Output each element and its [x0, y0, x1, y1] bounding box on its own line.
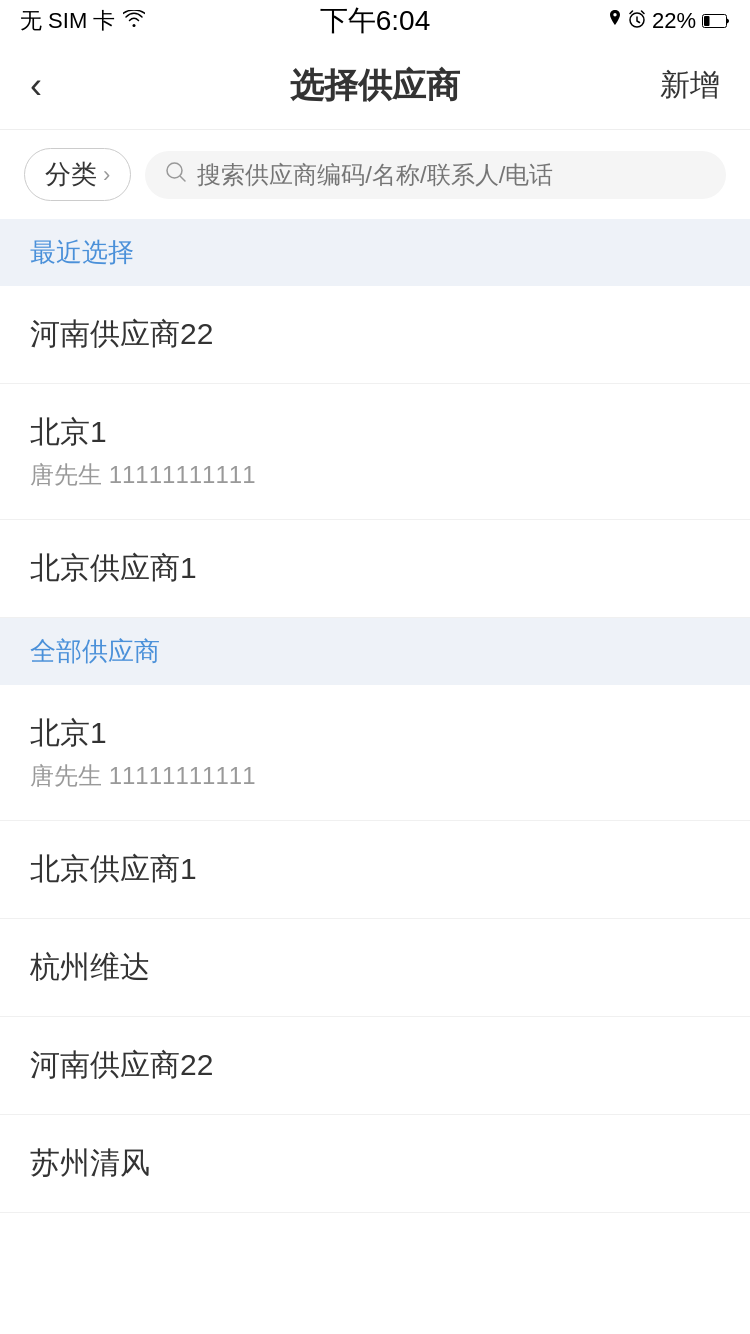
category-button[interactable]: 分类 › [24, 148, 131, 201]
item-name: 北京1 [30, 412, 720, 453]
item-name: 河南供应商22 [30, 314, 720, 355]
add-button[interactable]: 新增 [660, 65, 720, 106]
wifi-icon [123, 8, 145, 34]
item-name: 北京1 [30, 713, 720, 754]
status-right: 22% [608, 8, 730, 34]
list-item[interactable]: 北京1 唐先生 11111111111 [0, 384, 750, 520]
list-item[interactable]: 北京供应商1 [0, 821, 750, 919]
battery-level: 22% [652, 8, 696, 34]
all-section-header: 全部供应商 [0, 618, 750, 685]
item-name: 北京供应商1 [30, 849, 720, 890]
chevron-right-icon: › [103, 162, 110, 188]
status-time: 下午6:04 [320, 2, 431, 40]
list-item[interactable]: 苏州清风 [0, 1115, 750, 1213]
search-box[interactable] [145, 151, 726, 199]
alarm-icon [628, 8, 646, 34]
category-label: 分类 [45, 157, 97, 192]
all-list: 北京1 唐先生 11111111111 北京供应商1 杭州维达河南供应商22 苏州清风 [0, 685, 750, 1213]
recent-list: 河南供应商22 北京1 唐先生 11111111111 北京供应商1 [0, 286, 750, 618]
item-name: 北京供应商1 [30, 548, 720, 589]
recent-section-label: 最近选择 [30, 237, 134, 267]
back-button[interactable]: ‹ [30, 65, 90, 107]
nav-bar: ‹ 选择供应商 新增 [0, 42, 750, 130]
recent-section-header: 最近选择 [0, 219, 750, 286]
item-name: 河南供应商22 [30, 1045, 720, 1086]
svg-rect-2 [704, 16, 710, 26]
no-sim-text: 无 SIM 卡 [20, 6, 115, 36]
status-left: 无 SIM 卡 [20, 6, 145, 36]
list-item[interactable]: 河南供应商22 [0, 286, 750, 384]
filter-bar: 分类 › [0, 130, 750, 219]
battery-icon [702, 8, 730, 34]
list-item[interactable]: 北京1 唐先生 11111111111 [0, 685, 750, 821]
list-item[interactable]: 河南供应商22 [0, 1017, 750, 1115]
list-item[interactable]: 北京供应商1 [0, 520, 750, 618]
svg-point-3 [167, 163, 182, 178]
item-sub: 唐先生 11111111111 [30, 760, 720, 792]
all-section-label: 全部供应商 [30, 636, 160, 666]
item-sub: 唐先生 11111111111 [30, 459, 720, 491]
status-bar: 无 SIM 卡 下午6:04 22% [0, 0, 750, 42]
item-name: 苏州清风 [30, 1143, 720, 1184]
page-title: 选择供应商 [90, 63, 660, 109]
item-name: 杭州维达 [30, 947, 720, 988]
list-item[interactable]: 杭州维达 [0, 919, 750, 1017]
search-input[interactable] [197, 161, 706, 189]
location-icon [608, 8, 622, 34]
search-icon [165, 161, 187, 189]
